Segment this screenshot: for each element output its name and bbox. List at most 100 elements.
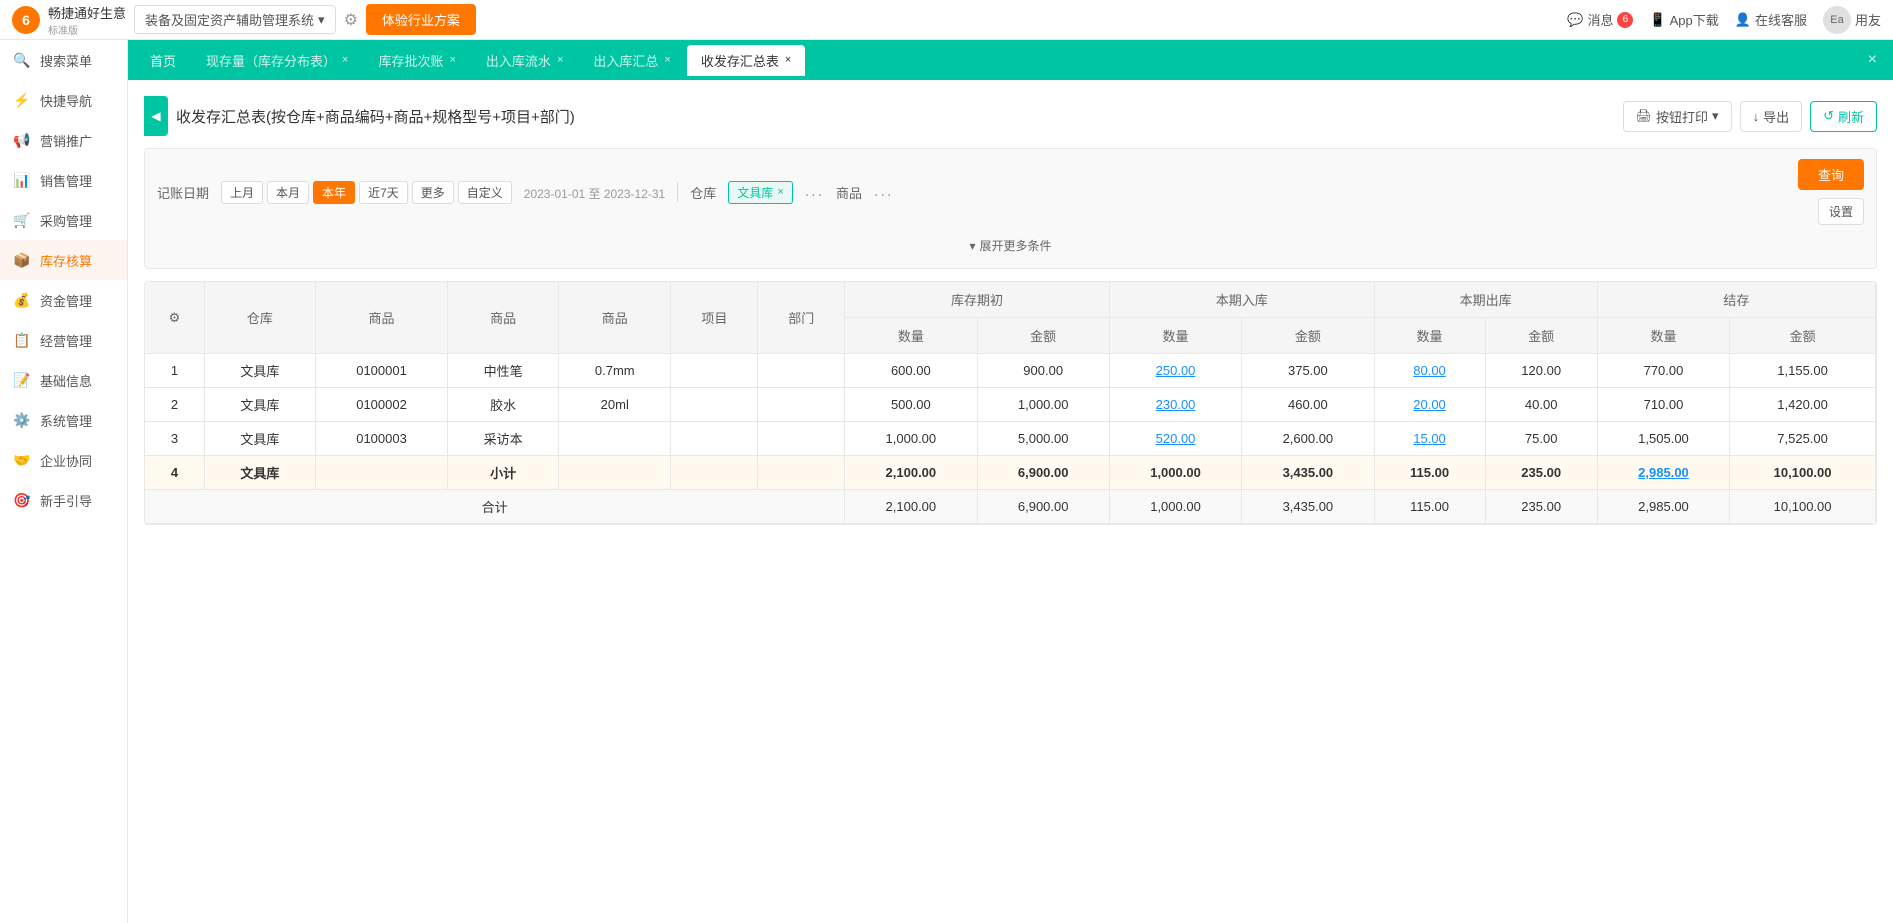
row-3-row-num: 3 <box>145 422 204 456</box>
expand-conditions-label: 展开更多条件 <box>980 237 1052 254</box>
row-3-project <box>671 422 758 456</box>
row-1-out-amt: 120.00 <box>1485 354 1597 388</box>
row-4-opening-qty: 2,100.00 <box>845 456 977 490</box>
query-button[interactable]: 查询 <box>1798 159 1864 190</box>
message-label: 消息 <box>1587 10 1613 29</box>
col-settings-icon[interactable]: ⚙ <box>169 310 181 325</box>
row-1-in-qty[interactable]: 250.00 <box>1109 354 1241 388</box>
row-1-goods-code: 0100001 <box>315 354 447 388</box>
refresh-button[interactable]: ↺ 刷新 <box>1810 101 1877 132</box>
th-goods-spec: 商品 <box>559 282 671 354</box>
filter-row: 记账日期 上月 本月 本年 近7天 更多 自定义 2023-01-01 至 20… <box>157 159 1864 225</box>
collapse-button[interactable]: ◀ <box>144 96 168 136</box>
sidebar-item-system[interactable]: ⚙️ 系统管理 <box>0 400 127 440</box>
online-service-item[interactable]: 👤 在线客服 <box>1735 10 1807 29</box>
row-1-warehouse: 文具库 <box>204 354 315 388</box>
th-opening-group: 库存期初 <box>845 282 1110 318</box>
footer-out-qty: 115.00 <box>1374 490 1485 524</box>
tab-in-out-summary[interactable]: 出入库汇总 × <box>579 45 684 76</box>
sidebar-item-finance[interactable]: 💰 资金管理 <box>0 280 127 320</box>
expand-row: ▾ 展开更多条件 <box>157 233 1864 258</box>
date-btn-last-month[interactable]: 上月 <box>221 181 263 204</box>
tab-home[interactable]: 首页 <box>136 45 190 76</box>
th-balance-amt: 金额 <box>1730 318 1876 354</box>
date-btn-custom[interactable]: 自定义 <box>458 181 512 204</box>
sidebar-item-new-guide[interactable]: 🎯 新手引导 <box>0 480 127 520</box>
app-name: 畅捷通好生意 <box>48 3 126 22</box>
marketing-icon: 📢 <box>12 130 32 150</box>
row-2-out-qty[interactable]: 20.00 <box>1374 388 1485 422</box>
date-btn-this-month[interactable]: 本月 <box>267 181 309 204</box>
set-button[interactable]: 设置 <box>1818 198 1864 225</box>
sidebar-item-basic-info[interactable]: 📝 基础信息 <box>0 360 127 400</box>
main-area: 🔍 搜索菜单 ⚡ 快捷导航 📢 营销推广 📊 销售管理 🛒 采购管理 📦 <box>0 40 1893 923</box>
row-2-in-qty[interactable]: 230.00 <box>1109 388 1241 422</box>
trial-button[interactable]: 体验行业方案 <box>366 4 476 35</box>
th-in-amt: 金额 <box>1242 318 1374 354</box>
export-button[interactable]: ↓ 导出 <box>1740 101 1803 132</box>
th-out-qty: 数量 <box>1374 318 1485 354</box>
settings-icon[interactable]: ⚙ <box>344 10 358 30</box>
row-1-out-qty[interactable]: 80.00 <box>1374 354 1485 388</box>
tab-in-out-flow-close[interactable]: × <box>557 54 563 66</box>
warehouse-more-dots[interactable]: ... <box>805 183 824 201</box>
sidebar-item-corp-collab[interactable]: 🤝 企业协同 <box>0 440 127 480</box>
user-label: 用友 <box>1855 10 1881 29</box>
row-3-out-qty[interactable]: 15.00 <box>1374 422 1485 456</box>
sidebar-item-sales[interactable]: 📊 销售管理 <box>0 160 127 200</box>
date-filter-label: 记账日期 <box>157 183 209 202</box>
date-btn-this-year[interactable]: 本年 <box>313 181 355 204</box>
sys-selector[interactable]: 装备及固定资产辅助管理系统 ▾ <box>134 5 336 34</box>
sidebar-item-quick-nav[interactable]: ⚡ 快捷导航 <box>0 80 127 120</box>
sidebar-item-operations[interactable]: 📋 经营管理 <box>0 320 127 360</box>
row-4-opening-amt: 6,900.00 <box>977 456 1109 490</box>
sidebar-item-marketing[interactable]: 📢 营销推广 <box>0 120 127 160</box>
row-4-in-amt: 3,435.00 <box>1242 456 1374 490</box>
page-content: ◀ 收发存汇总表(按仓库+商品编码+商品+规格型号+项目+部门) 🖨 按钮打印 … <box>128 80 1893 923</box>
date-btn-more[interactable]: 更多 <box>412 181 454 204</box>
chevron-down-icon: ▾ <box>318 12 325 28</box>
row-3-in-amt: 2,600.00 <box>1242 422 1374 456</box>
row-1-opening-amt: 900.00 <box>977 354 1109 388</box>
chevron-down-icon: ▾ <box>969 239 975 253</box>
row-2-warehouse: 文具库 <box>204 388 315 422</box>
goods-more-dots[interactable]: ... <box>874 183 893 201</box>
tab-recv-send-summary[interactable]: 收发存汇总表 × <box>687 45 805 76</box>
row-4-out-qty: 115.00 <box>1374 456 1485 490</box>
row-3-warehouse: 文具库 <box>204 422 315 456</box>
date-btn-7days[interactable]: 近7天 <box>359 181 408 204</box>
expand-conditions-button[interactable]: ▾ 展开更多条件 <box>961 233 1059 258</box>
tab-inventory-dist-close[interactable]: × <box>342 54 348 66</box>
row-1-row-num: 1 <box>145 354 204 388</box>
row-1-project <box>671 354 758 388</box>
row-3-out-amt: 75.00 <box>1485 422 1597 456</box>
message-item[interactable]: 💬 消息 6 <box>1567 10 1633 29</box>
row-1-goods-name: 中性笔 <box>448 354 559 388</box>
footer-balance-amt: 10,100.00 <box>1730 490 1876 524</box>
tab-recv-send-summary-close[interactable]: × <box>785 54 791 66</box>
warehouse-tag-close[interactable]: × <box>777 186 783 198</box>
table-wrapper: ⚙ 仓库 商品 商品 商品 项目 部门 库存期初 本期入库 本期出库 结存 <box>144 281 1877 525</box>
print-button[interactable]: 🖨 按钮打印 ▾ <box>1623 101 1732 132</box>
close-window-icon[interactable]: × <box>1860 51 1885 69</box>
user-item[interactable]: Ea 用友 <box>1823 6 1881 34</box>
sidebar-item-search[interactable]: 🔍 搜索菜单 <box>0 40 127 80</box>
sidebar-item-inventory[interactable]: 📦 库存核算 <box>0 240 127 280</box>
tab-in-out-flow[interactable]: 出入库流水 × <box>472 45 577 76</box>
tab-inventory-dist[interactable]: 现存量（库存分布表） × <box>192 45 362 76</box>
sidebar-label-corp-collab: 企业协同 <box>40 451 92 470</box>
th-settings[interactable]: ⚙ <box>145 282 204 354</box>
tab-in-out-summary-close[interactable]: × <box>664 54 670 66</box>
logo-icon: 6 <box>12 6 40 34</box>
row-3-goods-name: 采访本 <box>448 422 559 456</box>
th-in-qty: 数量 <box>1109 318 1241 354</box>
row-1-balance-qty: 770.00 <box>1597 354 1729 388</box>
sidebar-item-purchase[interactable]: 🛒 采购管理 <box>0 200 127 240</box>
tab-batch-account-close[interactable]: × <box>449 54 455 66</box>
sidebar-label-finance: 资金管理 <box>40 291 92 310</box>
tab-inventory-dist-label: 现存量（库存分布表） <box>206 51 336 70</box>
row-3-in-qty[interactable]: 520.00 <box>1109 422 1241 456</box>
tab-batch-account[interactable]: 库存批次账 × <box>364 45 469 76</box>
app-download-item[interactable]: 📱 App下载 <box>1649 10 1718 29</box>
row-4-balance-qty[interactable]: 2,985.00 <box>1597 456 1729 490</box>
